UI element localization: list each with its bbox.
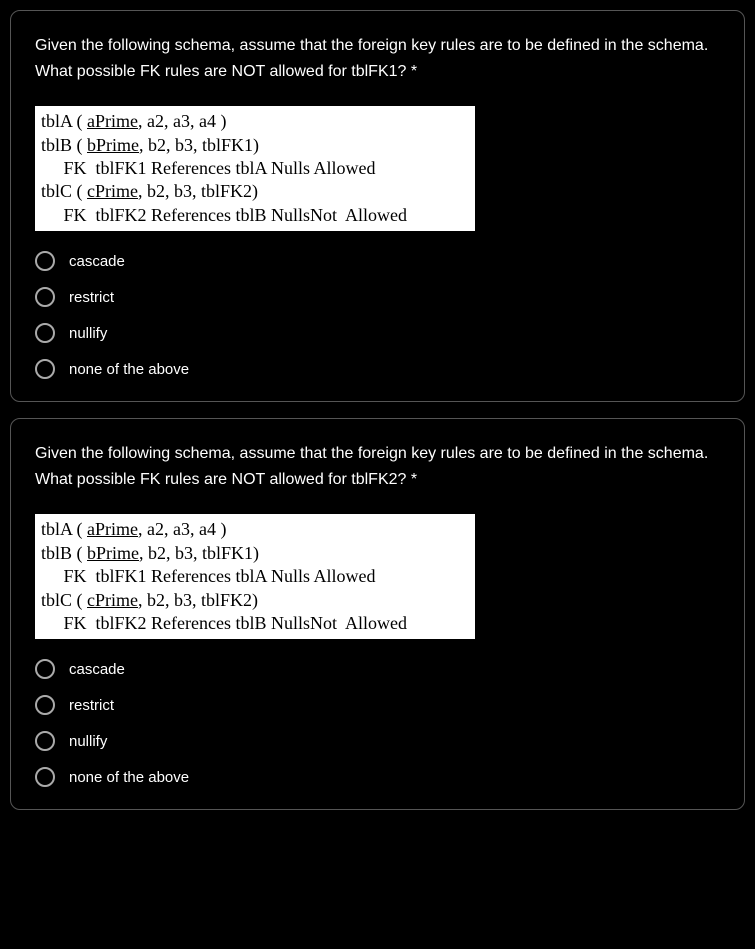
option-none-of-the-above[interactable]: none of the above [35,767,720,787]
radio-icon [35,659,55,679]
radio-icon [35,323,55,343]
radio-icon [35,731,55,751]
option-restrict[interactable]: restrict [35,695,720,715]
question-card-2: Given the following schema, assume that … [10,418,745,810]
radio-icon [35,287,55,307]
schema-line: FK tblFK1 References tblA Nulls Allowed [41,157,469,180]
question-card-1: Given the following schema, assume that … [10,10,745,402]
option-label: none of the above [69,769,189,786]
option-label: nullify [69,325,107,342]
options-group: cascade restrict nullify none of the abo… [35,251,720,379]
question-prompt: Given the following schema, assume that … [35,33,720,84]
schema-line: tblB ( bPrime, b2, b3, tblFK1) [41,134,469,157]
option-nullify[interactable]: nullify [35,731,720,751]
option-restrict[interactable]: restrict [35,287,720,307]
option-cascade[interactable]: cascade [35,659,720,679]
schema-line: tblB ( bPrime, b2, b3, tblFK1) [41,542,469,565]
schema-line: FK tblFK1 References tblA Nulls Allowed [41,565,469,588]
radio-icon [35,251,55,271]
option-label: cascade [69,253,125,270]
option-label: cascade [69,661,125,678]
schema-line: tblA ( aPrime, a2, a3, a4 ) [41,518,469,541]
schema-line: FK tblFK2 References tblB NullsNot Allow… [41,612,469,635]
schema-box: tblA ( aPrime, a2, a3, a4 ) tblB ( bPrim… [35,106,475,231]
option-label: restrict [69,289,114,306]
options-group: cascade restrict nullify none of the abo… [35,659,720,787]
schema-line: tblC ( cPrime, b2, b3, tblFK2) [41,589,469,612]
schema-box: tblA ( aPrime, a2, a3, a4 ) tblB ( bPrim… [35,514,475,639]
radio-icon [35,695,55,715]
option-nullify[interactable]: nullify [35,323,720,343]
schema-line: FK tblFK2 References tblB NullsNot Allow… [41,204,469,227]
option-label: restrict [69,697,114,714]
schema-line: tblC ( cPrime, b2, b3, tblFK2) [41,180,469,203]
radio-icon [35,359,55,379]
option-label: nullify [69,733,107,750]
radio-icon [35,767,55,787]
option-label: none of the above [69,361,189,378]
question-prompt: Given the following schema, assume that … [35,441,720,492]
schema-line: tblA ( aPrime, a2, a3, a4 ) [41,110,469,133]
option-cascade[interactable]: cascade [35,251,720,271]
option-none-of-the-above[interactable]: none of the above [35,359,720,379]
